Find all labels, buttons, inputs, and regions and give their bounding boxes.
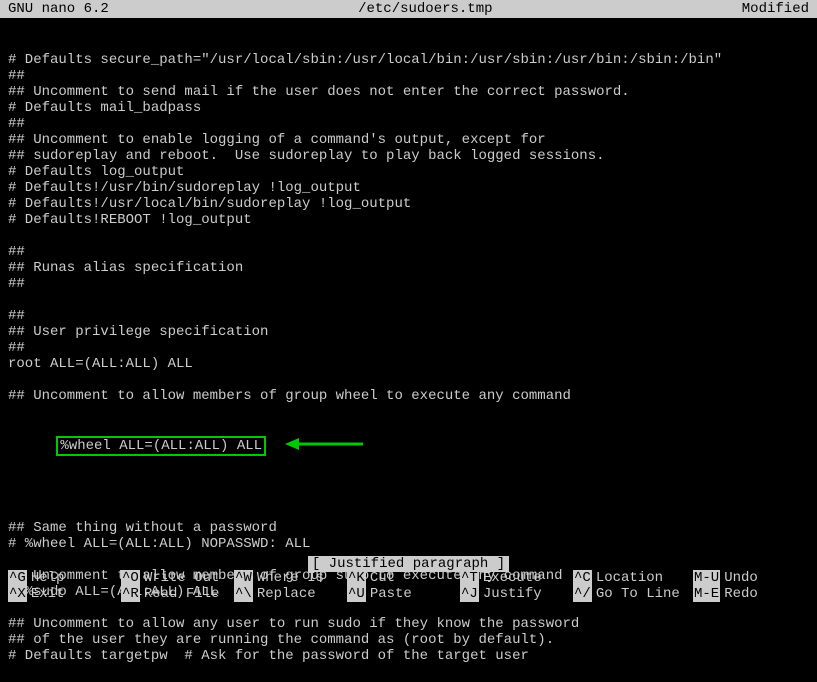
shortcut-execute[interactable]: ^TExecute (460, 570, 573, 586)
editor-line: ## Same thing without a password (8, 520, 809, 536)
shortcut-redo[interactable]: M-ERedo (693, 586, 809, 602)
shortcut-key: ^C (573, 570, 592, 586)
shortcut-label: Justify (483, 586, 542, 602)
shortcut-exit[interactable]: ^XExit (8, 586, 121, 602)
shortcuts-bar: ^GHelp^OWrite Out^WWhere Is^KCut^TExecut… (0, 570, 817, 606)
editor-line (8, 372, 809, 388)
shortcut-label: Exit (31, 586, 65, 602)
shortcut-key: ^R (121, 586, 140, 602)
modified-status: Modified (742, 1, 809, 17)
shortcut-key: ^K (347, 570, 366, 586)
editor-line: # %wheel ALL=(ALL:ALL) NOPASSWD: ALL (8, 536, 809, 552)
titlebar: GNU nano 6.2 /etc/sudoers.tmp Modified (0, 0, 817, 18)
shortcut-key: ^J (460, 586, 479, 602)
shortcut-key: ^/ (573, 586, 592, 602)
editor-line (8, 292, 809, 308)
shortcut-paste[interactable]: ^UPaste (347, 586, 460, 602)
editor-line: ## User privilege specification (8, 324, 809, 340)
editor-line: # Defaults secure_path="/usr/local/sbin:… (8, 52, 809, 68)
editor-line (8, 504, 809, 520)
shortcut-label: Go To Line (596, 586, 680, 602)
shortcut-key: ^T (460, 570, 479, 586)
editor-line: # Defaults targetpw # Ask for the passwo… (8, 648, 809, 664)
highlighted-line: %wheel ALL=(ALL:ALL) ALL (25, 420, 266, 436)
shortcut-key: ^G (8, 570, 27, 586)
shortcut-location[interactable]: ^CLocation (573, 570, 693, 586)
filename: /etc/sudoers.tmp (109, 1, 742, 17)
shortcut-key: ^W (234, 570, 253, 586)
editor-line (8, 228, 809, 244)
shortcut-label: Paste (370, 586, 412, 602)
editor-line: ## (8, 276, 809, 292)
editor-line: ## (8, 308, 809, 324)
shortcut-label: Location (596, 570, 663, 586)
shortcut-label: Redo (724, 586, 758, 602)
editor-line: root ALL=(ALL:ALL) ALL (8, 356, 809, 372)
editor-line: ## sudoreplay and reboot. Use sudoreplay… (8, 148, 809, 164)
arrow-annotation (235, 420, 315, 436)
shortcut-key: ^U (347, 586, 366, 602)
editor-line: ## Uncomment to allow members of group w… (8, 388, 809, 404)
shortcut-label: Help (31, 570, 65, 586)
shortcut-key: ^X (8, 586, 27, 602)
editor-line: # Defaults mail_badpass (8, 100, 809, 116)
shortcut-key: M-E (693, 586, 720, 602)
editor-line: # Defaults log_output (8, 164, 809, 180)
shortcut-key: M-U (693, 570, 720, 586)
editor-line: ## (8, 244, 809, 260)
shortcut-label: Where Is (257, 570, 324, 586)
shortcut-where-is[interactable]: ^WWhere Is (234, 570, 347, 586)
shortcut-undo[interactable]: M-UUndo (693, 570, 809, 586)
editor-line: ## (8, 68, 809, 84)
editor-line: ## Uncomment to send mail if the user do… (8, 84, 809, 100)
shortcut-read-file[interactable]: ^RRead File (121, 586, 234, 602)
editor-line: # Defaults!/usr/local/bin/sudoreplay !lo… (8, 196, 809, 212)
editor-line: # Defaults!/usr/bin/sudoreplay !log_outp… (8, 180, 809, 196)
shortcut-label: Replace (257, 586, 316, 602)
shortcut-label: Read File (144, 586, 220, 602)
shortcut-cut[interactable]: ^KCut (347, 570, 460, 586)
shortcut-label: Write Out (144, 570, 220, 586)
editor-line: ## Uncomment to enable logging of a comm… (8, 132, 809, 148)
editor-line: ## (8, 116, 809, 132)
editor-line: ## Uncomment to allow any user to run su… (8, 616, 809, 632)
shortcut-go-to-line[interactable]: ^/Go To Line (573, 586, 693, 602)
shortcut-label: Cut (370, 570, 395, 586)
shortcut-label: Execute (483, 570, 542, 586)
editor-line: ## of the user they are running the comm… (8, 632, 809, 648)
shortcut-replace[interactable]: ^\Replace (234, 586, 347, 602)
shortcut-justify[interactable]: ^JJustify (460, 586, 573, 602)
editor-line: ## (8, 340, 809, 356)
editor-line: ## Runas alias specification (8, 260, 809, 276)
shortcut-key: ^\ (234, 586, 253, 602)
shortcut-label: Undo (724, 570, 758, 586)
app-name: GNU nano 6.2 (8, 1, 109, 17)
shortcut-key: ^O (121, 570, 140, 586)
shortcut-write-out[interactable]: ^OWrite Out (121, 570, 234, 586)
shortcut-help[interactable]: ^GHelp (8, 570, 121, 586)
editor-line: # Defaults!REBOOT !log_output (8, 212, 809, 228)
